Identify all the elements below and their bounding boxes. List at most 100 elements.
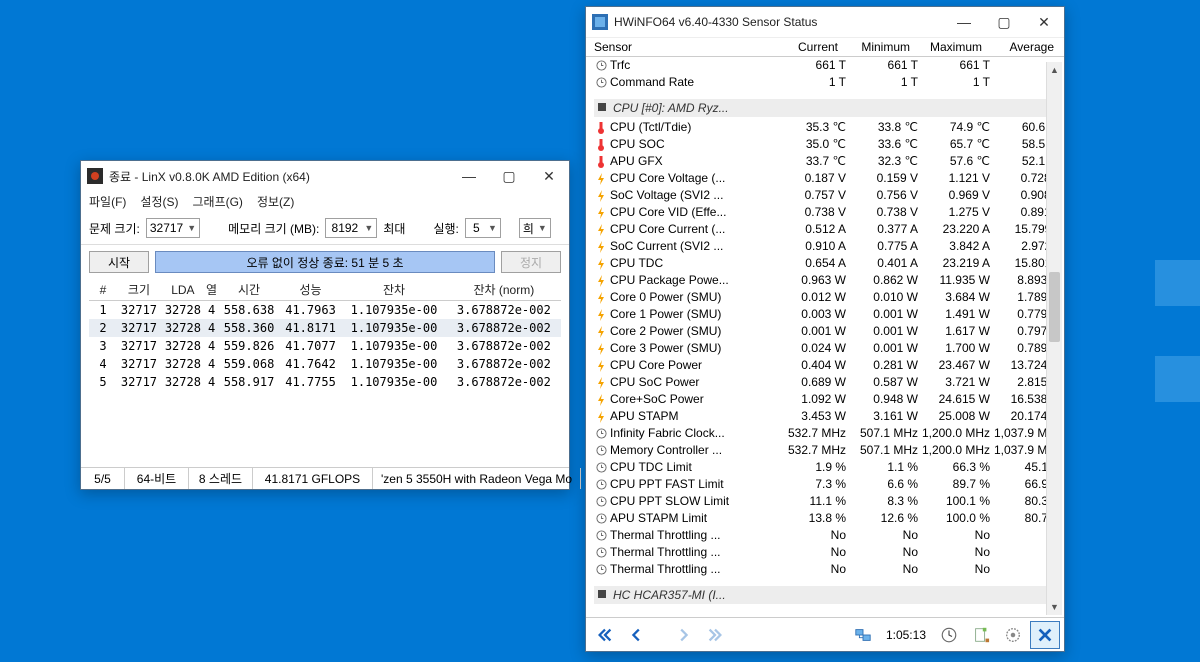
sensor-row[interactable]: CPU PPT FAST Limit7.3 %6.6 %89.7 %66.9 % xyxy=(594,476,1062,493)
linx-minimize-button[interactable]: — xyxy=(449,161,489,191)
sensor-group-header[interactable]: HC HCAR357-MI (I... xyxy=(594,586,1062,604)
problem-size-combo[interactable]: 32717 ▼ xyxy=(146,218,200,238)
table-row[interactable]: 132717327284558.63841.79631.107935e-003.… xyxy=(89,301,561,320)
table-cell: 5 xyxy=(89,373,117,391)
sensor-row[interactable]: APU STAPM3.453 W3.161 W25.008 W20.174 W xyxy=(594,408,1062,425)
menu-settings[interactable]: 설정(S) xyxy=(140,193,178,210)
sensor-row[interactable]: CPU PPT SLOW Limit11.1 %8.3 %100.1 %80.3… xyxy=(594,493,1062,510)
nav-forward-button[interactable] xyxy=(668,621,698,649)
scroll-up-icon[interactable]: ▲ xyxy=(1047,62,1062,78)
table-row[interactable]: 432717327284559.06841.76421.107935e-003.… xyxy=(89,355,561,373)
sensor-row[interactable]: Core 1 Power (SMU)0.003 W0.001 W1.491 W0… xyxy=(594,306,1062,323)
sensor-row[interactable]: Memory Controller ...532.7 MHz507.1 MHz1… xyxy=(594,442,1062,459)
sensor-value: 1 T xyxy=(774,74,846,91)
sensor-row[interactable]: Core 3 Power (SMU)0.024 W0.001 W1.700 W0… xyxy=(594,340,1062,357)
linx-title: 종료 - LinX v0.8.0K AMD Edition (x64) xyxy=(109,168,449,185)
all-combo[interactable]: 희 ▼ xyxy=(519,218,551,238)
sensor-row[interactable]: CPU Core VID (Effe...0.738 V0.738 V1.275… xyxy=(594,204,1062,221)
sensor-row[interactable]: CPU (Tctl/Tdie)35.3 ℃33.8 ℃74.9 ℃60.6 ℃ xyxy=(594,119,1062,136)
sensor-row[interactable]: Infinity Fabric Clock...532.7 MHz507.1 M… xyxy=(594,425,1062,442)
sensor-row[interactable]: CPU SOC35.0 ℃33.6 ℃65.7 ℃58.5 ℃ xyxy=(594,136,1062,153)
sensor-value: No xyxy=(918,561,990,578)
col-sensor[interactable]: Sensor xyxy=(594,40,766,54)
runs-combo[interactable]: 5 ▼ xyxy=(465,218,501,238)
stop-button[interactable]: 정지 xyxy=(501,251,561,273)
sensor-row[interactable]: SoC Voltage (SVI2 ...0.757 V0.756 V0.969… xyxy=(594,187,1062,204)
nav-last-button[interactable] xyxy=(700,621,730,649)
network-icon[interactable] xyxy=(848,621,878,649)
sensor-value: 1,200.0 MHz xyxy=(918,425,990,442)
sensor-row[interactable]: CPU SoC Power0.689 W0.587 W3.721 W2.815 … xyxy=(594,374,1062,391)
sensor-row[interactable]: SoC Current (SVI2 ...0.910 A0.775 A3.842… xyxy=(594,238,1062,255)
sensor-row[interactable]: APU GFX33.7 ℃32.3 ℃57.6 ℃52.1 ℃ xyxy=(594,153,1062,170)
memory-size-combo[interactable]: 8192 ▼ xyxy=(325,218,377,238)
hwinfo-minimize-button[interactable]: — xyxy=(944,7,984,37)
sensor-row[interactable]: CPU Package Powe...0.963 W0.862 W11.935 … xyxy=(594,272,1062,289)
sensor-value: 661 T xyxy=(774,57,846,74)
hwinfo-titlebar[interactable]: HWiNFO64 v6.40-4330 Sensor Status — ▢ ✕ xyxy=(586,7,1064,37)
linx-col-header: 크기 xyxy=(117,279,161,301)
col-minimum[interactable]: Minimum xyxy=(838,40,910,54)
scroll-thumb[interactable] xyxy=(1049,272,1060,342)
col-current[interactable]: Current xyxy=(766,40,838,54)
sensor-value: 1.121 V xyxy=(918,170,990,187)
table-cell: 32717 xyxy=(117,373,161,391)
hwinfo-close-button[interactable]: ✕ xyxy=(1024,7,1064,37)
linx-maximize-button[interactable]: ▢ xyxy=(489,161,529,191)
clock-icon xyxy=(594,530,608,541)
linx-titlebar[interactable]: 종료 - LinX v0.8.0K AMD Edition (x64) — ▢ … xyxy=(81,161,569,191)
desktop-accent-block xyxy=(1155,260,1200,306)
sensor-row[interactable]: Core 0 Power (SMU)0.012 W0.010 W3.684 W1… xyxy=(594,289,1062,306)
menu-info[interactable]: 정보(Z) xyxy=(257,193,294,210)
table-cell: 1.107935e-00 xyxy=(341,373,446,391)
table-row[interactable]: 232717327284558.36041.81711.107935e-003.… xyxy=(89,319,561,337)
table-row[interactable]: 532717327284558.91741.77551.107935e-003.… xyxy=(89,373,561,391)
hwinfo-maximize-button[interactable]: ▢ xyxy=(984,7,1024,37)
thermometer-icon xyxy=(594,139,608,151)
col-maximum[interactable]: Maximum xyxy=(910,40,982,54)
nav-first-button[interactable] xyxy=(590,621,620,649)
sensor-row[interactable]: APU STAPM Limit13.8 %12.6 %100.0 %80.7 % xyxy=(594,510,1062,527)
start-button[interactable]: 시작 xyxy=(89,251,149,273)
menu-graph[interactable]: 그래프(G) xyxy=(192,193,242,210)
dropdown-icon: ▼ xyxy=(488,223,497,233)
hwinfo-scrollbar[interactable]: ▲ ▼ xyxy=(1046,62,1062,615)
settings-button[interactable] xyxy=(998,621,1028,649)
sensor-name: SoC Current (SVI2 ... xyxy=(610,238,774,255)
sensor-row[interactable]: Core+SoC Power1.092 W0.948 W24.615 W16.5… xyxy=(594,391,1062,408)
table-cell: 3.678872e-002 xyxy=(447,319,561,337)
col-average[interactable]: Average xyxy=(982,40,1054,54)
scroll-down-icon[interactable]: ▼ xyxy=(1047,599,1062,615)
sensor-row[interactable]: CPU Core Current (...0.512 A0.377 A23.22… xyxy=(594,221,1062,238)
sensor-group-header[interactable]: CPU [#0]: AMD Ryz... xyxy=(594,99,1062,117)
table-cell: 4 xyxy=(205,337,218,355)
sensor-row[interactable]: Core 2 Power (SMU)0.001 W0.001 W1.617 W0… xyxy=(594,323,1062,340)
sensor-row[interactable]: CPU Core Power0.404 W0.281 W23.467 W13.7… xyxy=(594,357,1062,374)
table-row[interactable]: 332717327284559.82641.70771.107935e-003.… xyxy=(89,337,561,355)
sensor-row[interactable]: CPU TDC Limit1.9 %1.1 %66.3 %45.1 % xyxy=(594,459,1062,476)
log-button[interactable] xyxy=(966,621,996,649)
sensor-row[interactable]: Trfc661 T661 T661 T xyxy=(594,57,1062,74)
problem-size-label: 문제 크기: xyxy=(89,220,140,237)
menu-file[interactable]: 파일(F) xyxy=(89,193,126,210)
status-threads: 8 스레드 xyxy=(189,468,253,489)
sensor-row[interactable]: Thermal Throttling ...NoNoNoNo xyxy=(594,544,1062,561)
table-cell: 41.7642 xyxy=(280,355,342,373)
status-counter: 5/5 xyxy=(81,468,125,489)
sensor-row[interactable]: Command Rate1 T1 T1 T xyxy=(594,74,1062,91)
sensor-value: No xyxy=(918,527,990,544)
sensor-row[interactable]: CPU Core Voltage (...0.187 V0.159 V1.121… xyxy=(594,170,1062,187)
sensor-value: 89.7 % xyxy=(918,476,990,493)
bolt-icon xyxy=(594,224,608,236)
toolbar-close-button[interactable] xyxy=(1030,621,1060,649)
sensor-value: 13.8 % xyxy=(774,510,846,527)
linx-close-button[interactable]: ✕ xyxy=(529,161,569,191)
sensor-row[interactable]: Thermal Throttling ...NoNoNoNo xyxy=(594,527,1062,544)
sensor-row[interactable]: Thermal Throttling ...NoNoNoNo xyxy=(594,561,1062,578)
sensor-name: CPU TDC xyxy=(610,255,774,272)
sensor-value: 0.001 W xyxy=(846,323,918,340)
nav-back-button[interactable] xyxy=(622,621,652,649)
table-cell: 1 xyxy=(89,301,117,320)
clock-icon[interactable] xyxy=(934,621,964,649)
sensor-row[interactable]: CPU TDC0.654 A0.401 A23.219 A15.801 A xyxy=(594,255,1062,272)
